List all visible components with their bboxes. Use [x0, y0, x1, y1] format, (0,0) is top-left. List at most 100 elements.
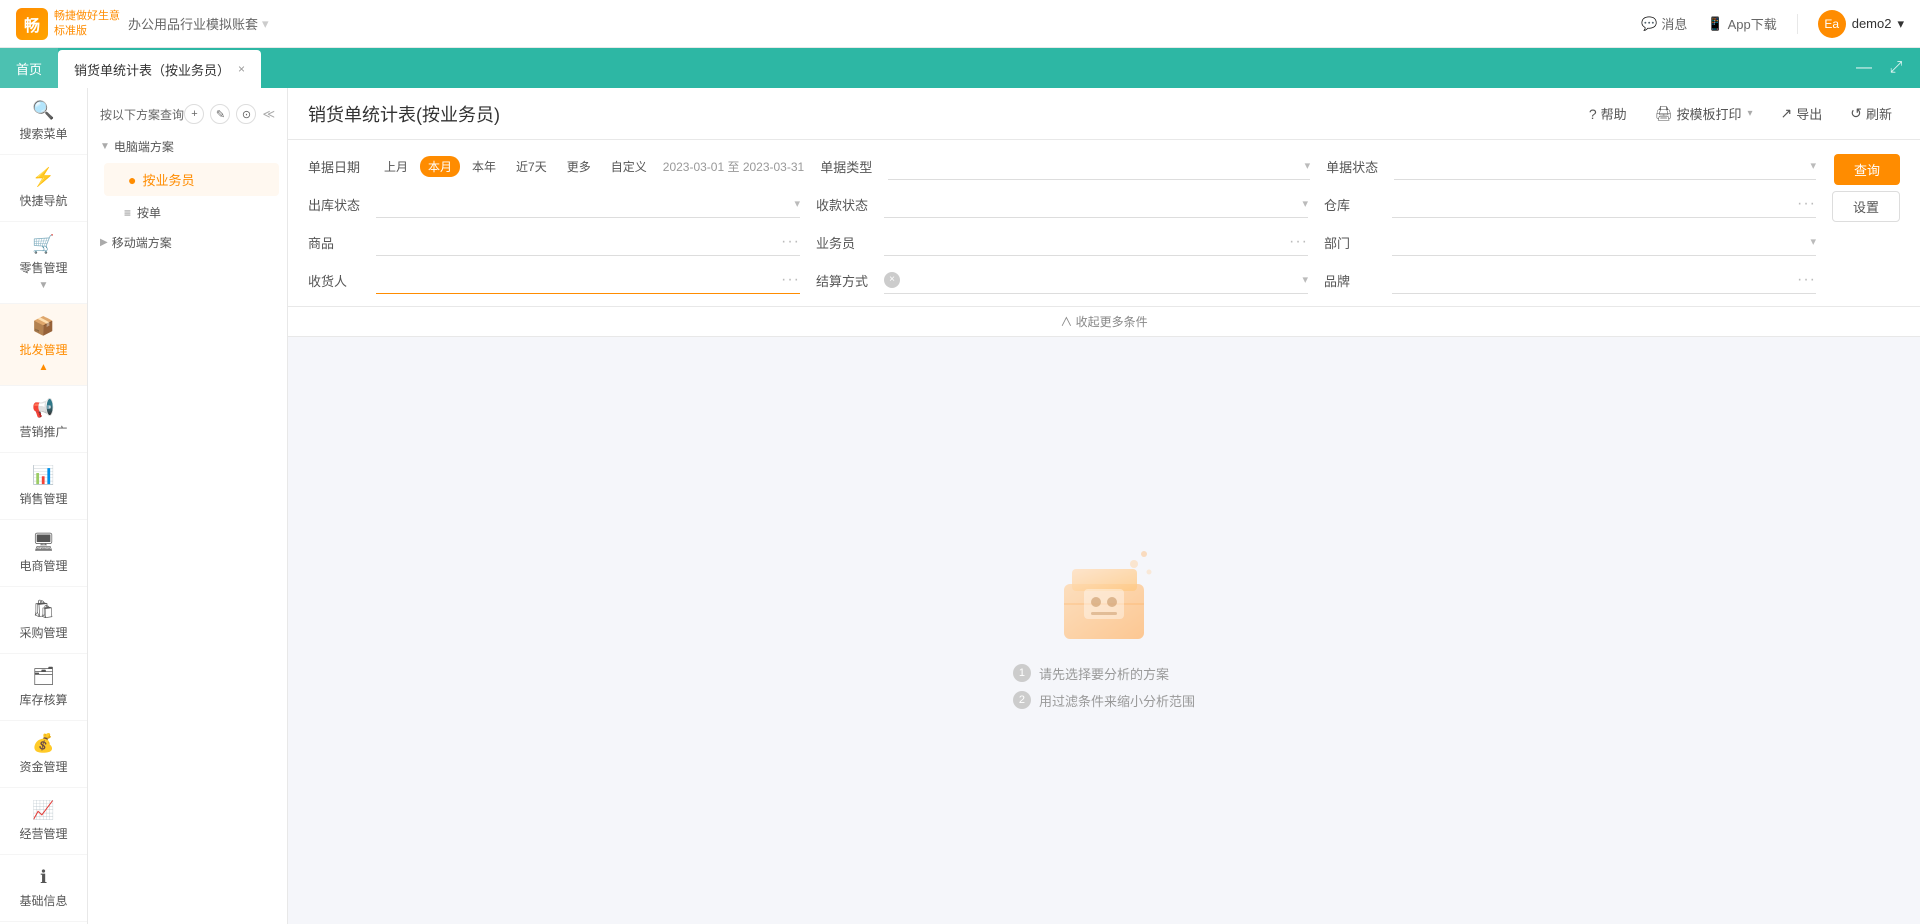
- message-button[interactable]: 💬 消息: [1641, 14, 1687, 33]
- department-control[interactable]: ▾: [1392, 228, 1816, 256]
- date-tabs: 上月 本月 本年 近7天 更多 自定义: [376, 156, 655, 177]
- date-tab-7days[interactable]: 近7天: [508, 156, 555, 177]
- scheme-group-desktop-header[interactable]: ▼ 电脑端方案: [92, 132, 283, 161]
- quicknav-icon: ⚡: [32, 167, 54, 188]
- scheme-item-by-order[interactable]: ≡ 按单: [104, 198, 279, 227]
- marketing-icon: 📢: [32, 398, 54, 419]
- sidebar-label-inventory: 库存核算: [19, 691, 67, 708]
- sidebar-item-operations[interactable]: 📈 经营管理: [0, 788, 87, 855]
- tab-expand-button[interactable]: ⤢: [1884, 56, 1908, 80]
- logo-icon: 畅: [16, 8, 48, 40]
- export-icon: ↗: [1781, 105, 1793, 122]
- settlement-control[interactable]: × ▾: [884, 266, 1308, 294]
- date-tab-more[interactable]: 更多: [559, 156, 599, 177]
- hint-num-1: 1: [1013, 664, 1031, 682]
- page-layout: 按以下方案查询 + ✎ ⊙ ≪ ▼ 电脑端方案 ●: [88, 88, 1920, 924]
- warehouse-dots[interactable]: ···: [1797, 195, 1816, 213]
- sidebar-item-basic[interactable]: ℹ 基础信息: [0, 855, 87, 922]
- out-status-control[interactable]: ▾: [376, 190, 800, 218]
- filter-add-button[interactable]: +: [184, 104, 204, 124]
- warehouse-control[interactable]: ···: [1392, 190, 1816, 218]
- empty-state: 1 请先选择要分析的方案 2 用过滤条件来缩小分析范围: [288, 337, 1920, 924]
- date-label: 单据日期: [308, 157, 368, 176]
- salesperson-dots[interactable]: ···: [1289, 233, 1308, 251]
- app-download-button[interactable]: 📱 App下载: [1707, 14, 1776, 33]
- consignee-control[interactable]: ···: [376, 266, 800, 294]
- hint-text-1: 请先选择要分析的方案: [1039, 664, 1169, 683]
- consignee-dots[interactable]: ···: [781, 271, 800, 289]
- date-tab-custom[interactable]: 自定义: [603, 156, 655, 177]
- settings-button[interactable]: 设置: [1832, 191, 1900, 222]
- sidebar-item-inventory[interactable]: 🗂 库存核算: [0, 654, 87, 721]
- filter-rows-left: 单据日期 上月 本月 本年 近7天 更多 自定义: [308, 152, 1816, 294]
- scheme-item-by-salesperson[interactable]: ● 按业务员: [104, 163, 279, 196]
- sidebar-label-finance: 资金管理: [19, 758, 67, 775]
- department-filter: 部门 ▾: [1324, 228, 1816, 256]
- doc-status-control[interactable]: ▾: [1394, 152, 1816, 180]
- collect-status-control[interactable]: ▾: [884, 190, 1308, 218]
- settlement-clear-btn[interactable]: ×: [884, 272, 900, 288]
- filter-row-2: 出库状态 ▾ 收款状态: [308, 190, 1816, 218]
- product-dots[interactable]: ···: [781, 233, 800, 251]
- department-arrow: ▾: [1810, 235, 1816, 248]
- tab-close-icon[interactable]: ×: [238, 62, 245, 76]
- print-button[interactable]: 🖨 按模板打印 ▾: [1647, 100, 1761, 127]
- department-label: 部门: [1324, 233, 1384, 252]
- collect-status-arrow: ▾: [1302, 197, 1308, 210]
- main-layout: 🔍 搜索菜单 ⚡ 快捷导航 🛒 零售管理 ▼ 📦 批发管理 ▲ 📢 营销推广 📊…: [0, 88, 1920, 924]
- salesperson-label: 业务员: [816, 233, 876, 252]
- brand-control[interactable]: ···: [1392, 266, 1816, 294]
- order-scheme-icon: ≡: [124, 206, 131, 220]
- user-menu[interactable]: Ea demo2 ▾: [1818, 10, 1904, 38]
- warehouse-filter: 仓库 ···: [1324, 190, 1816, 218]
- sidebar-item-finance[interactable]: 💰 资金管理: [0, 721, 87, 788]
- brand-dots[interactable]: ···: [1797, 271, 1816, 289]
- sidebar-label-search: 搜索菜单: [19, 125, 67, 142]
- user-menu-arrow: ▾: [1897, 16, 1904, 32]
- sidebar-item-quicknav[interactable]: ⚡ 快捷导航: [0, 155, 87, 222]
- filter-collapse-icon[interactable]: ≪: [262, 107, 275, 121]
- user-name: demo2: [1852, 16, 1892, 31]
- sidebar-item-search[interactable]: 🔍 搜索菜单: [0, 88, 87, 155]
- salesperson-control[interactable]: ···: [884, 228, 1308, 256]
- basic-icon: ℹ: [40, 867, 47, 888]
- sidebar-item-retail[interactable]: 🛒 零售管理 ▼: [0, 222, 87, 304]
- page-header: 销货单统计表(按业务员) ? 帮助 🖨 按模板打印 ▾ ↗: [288, 88, 1920, 140]
- desktop-scheme-arrow: ▼: [100, 141, 110, 152]
- doc-type-arrow: ▾: [1305, 159, 1311, 172]
- content-area: 按以下方案查询 + ✎ ⊙ ≪ ▼ 电脑端方案 ●: [88, 88, 1920, 924]
- settlement-arrow: ▾: [1302, 273, 1308, 286]
- refresh-button[interactable]: ↺ 刷新: [1842, 100, 1900, 127]
- filter-panel-header: 按以下方案查询 + ✎ ⊙ ≪: [88, 96, 287, 132]
- date-tab-last-month[interactable]: 上月: [376, 156, 416, 177]
- tab-home[interactable]: 首页: [0, 48, 58, 88]
- doc-type-control[interactable]: ▾: [888, 152, 1310, 180]
- tab-sales-stat[interactable]: 销货单统计表（按业务员） ×: [58, 50, 261, 88]
- tabs-bar: 首页 销货单统计表（按业务员） × — ⤢: [0, 48, 1920, 88]
- date-tab-this-month[interactable]: 本月: [420, 156, 460, 177]
- action-buttons: 查询 设置: [1832, 152, 1900, 222]
- date-range-text: 2023-03-01 至 2023-03-31: [663, 158, 804, 175]
- scheme-group-mobile: ▶ 移动端方案: [88, 228, 287, 257]
- sidebar-item-purchase[interactable]: 🛍 采购管理: [0, 587, 87, 654]
- query-button[interactable]: 查询: [1834, 154, 1900, 185]
- sidebar-item-sales[interactable]: 📊 销售管理: [0, 453, 87, 520]
- sidebar-item-wholesale[interactable]: 📦 批发管理 ▲: [0, 304, 87, 386]
- sidebar-item-marketing[interactable]: 📢 营销推广: [0, 386, 87, 453]
- filter-edit-button[interactable]: ✎: [210, 104, 230, 124]
- collapse-bar[interactable]: ∧ 收起更多条件: [288, 307, 1920, 337]
- sidebar-label-operations: 经营管理: [19, 825, 67, 842]
- tab-minimize-button[interactable]: —: [1852, 56, 1876, 80]
- empty-svg: [1044, 544, 1164, 644]
- collect-status-filter: 收款状态 ▾: [816, 190, 1308, 218]
- avatar: Ea: [1818, 10, 1846, 38]
- export-button[interactable]: ↗ 导出: [1773, 100, 1831, 127]
- doc-status-filter: 单据状态 ▾: [1326, 152, 1816, 180]
- help-button[interactable]: ? 帮助: [1581, 100, 1635, 127]
- filter-date-row: 单据日期 上月 本月 本年 近7天 更多 自定义: [308, 152, 1816, 180]
- date-tab-this-year[interactable]: 本年: [464, 156, 504, 177]
- sidebar-item-ecommerce[interactable]: 🖥 电商管理: [0, 520, 87, 587]
- scheme-group-mobile-header[interactable]: ▶ 移动端方案: [92, 228, 283, 257]
- filter-edit2-button[interactable]: ⊙: [236, 104, 256, 124]
- product-control[interactable]: ···: [376, 228, 800, 256]
